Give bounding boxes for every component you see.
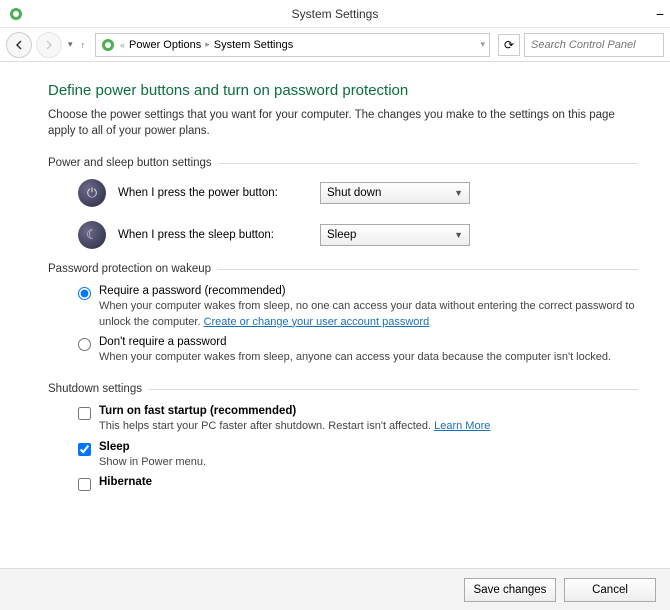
divider <box>148 389 638 390</box>
forward-button[interactable] <box>36 32 62 58</box>
fast-startup-checkbox[interactable] <box>78 407 91 420</box>
save-button[interactable]: Save changes <box>464 578 556 602</box>
cancel-button[interactable]: Cancel <box>564 578 656 602</box>
sleep-button-label: When I press the sleep button: <box>118 229 308 241</box>
arrow-right-icon <box>43 39 55 51</box>
refresh-icon: ⟳ <box>504 38 514 52</box>
moon-icon: ☾ <box>78 221 106 249</box>
history-dropdown-icon[interactable]: ▾ <box>66 39 75 50</box>
chevron-down-icon: ▼ <box>454 188 463 198</box>
dont-require-password-desc: When your computer wakes from sleep, any… <box>99 350 638 365</box>
minimize-icon[interactable]: − <box>656 6 664 22</box>
dont-require-password-radio[interactable] <box>78 338 91 351</box>
power-icon: ⏻ <box>78 179 106 207</box>
sleep-button-row: ☾ When I press the sleep button: Sleep ▼ <box>78 221 638 249</box>
section-heading-label: Power and sleep button settings <box>48 157 212 169</box>
sleep-desc: Show in Power menu. <box>99 455 638 470</box>
back-button[interactable] <box>6 32 32 58</box>
page-title: Define power buttons and turn on passwor… <box>48 82 638 99</box>
control-panel-icon <box>100 37 116 53</box>
power-button-label: When I press the power button: <box>118 187 308 199</box>
breadcrumb-item[interactable]: System Settings <box>214 39 477 51</box>
sleep-button-select[interactable]: Sleep ▼ <box>320 224 470 246</box>
chevron-down-icon: ▼ <box>454 230 463 240</box>
section-heading-label: Shutdown settings <box>48 383 142 395</box>
arrow-left-icon <box>13 39 25 51</box>
dont-require-password-label: Don't require a password <box>99 336 638 348</box>
content-area: Define power buttons and turn on passwor… <box>0 62 670 568</box>
search-input[interactable] <box>524 33 664 57</box>
fast-startup-desc: This helps start your PC faster after sh… <box>99 419 638 434</box>
create-password-link[interactable]: Create or change your user account passw… <box>204 316 430 328</box>
section-heading-power-sleep: Power and sleep button settings <box>48 157 638 169</box>
chevron-right-icon: ▸ <box>205 39 210 50</box>
require-password-radio[interactable] <box>78 287 91 300</box>
breadcrumb-sep-icon: « <box>120 40 125 50</box>
require-password-label: Require a password (recommended) <box>99 285 638 297</box>
window-title: System Settings <box>0 7 670 21</box>
power-button-select[interactable]: Shut down ▼ <box>320 182 470 204</box>
sleep-label: Sleep <box>99 441 638 453</box>
section-heading-password: Password protection on wakeup <box>48 263 638 275</box>
title-bar: System Settings − <box>0 0 670 28</box>
breadcrumb-item[interactable]: Power Options <box>129 39 201 51</box>
refresh-button[interactable]: ⟳ <box>498 34 520 56</box>
sleep-checkbox[interactable] <box>78 443 91 456</box>
dont-require-password-option[interactable]: Don't require a password When your compu… <box>78 336 638 365</box>
select-value: Shut down <box>327 187 381 199</box>
power-button-row: ⏻ When I press the power button: Shut do… <box>78 179 638 207</box>
divider <box>218 163 638 164</box>
hibernate-label: Hibernate <box>99 476 638 488</box>
require-password-option[interactable]: Require a password (recommended) When yo… <box>78 285 638 330</box>
fast-startup-label: Turn on fast startup (recommended) <box>99 405 638 417</box>
divider <box>217 269 638 270</box>
app-icon <box>8 6 24 22</box>
hibernate-option[interactable]: Hibernate <box>78 476 638 491</box>
section-heading-shutdown: Shutdown settings <box>48 383 638 395</box>
section-heading-label: Password protection on wakeup <box>48 263 211 275</box>
address-bar[interactable]: « Power Options ▸ System Settings ▾ <box>95 33 490 57</box>
footer-bar: Save changes Cancel <box>0 568 670 610</box>
fast-startup-option[interactable]: Turn on fast startup (recommended) This … <box>78 405 638 434</box>
nav-bar: ▾ ↑ « Power Options ▸ System Settings ▾ … <box>0 28 670 62</box>
page-description: Choose the power settings that you want … <box>48 107 638 139</box>
select-value: Sleep <box>327 229 356 241</box>
hibernate-checkbox[interactable] <box>78 478 91 491</box>
chevron-down-icon[interactable]: ▾ <box>480 39 485 50</box>
learn-more-link[interactable]: Learn More <box>434 420 490 432</box>
up-button[interactable]: ↑ <box>79 40 88 50</box>
require-password-desc: When your computer wakes from sleep, no … <box>99 299 638 330</box>
sleep-option[interactable]: Sleep Show in Power menu. <box>78 441 638 470</box>
